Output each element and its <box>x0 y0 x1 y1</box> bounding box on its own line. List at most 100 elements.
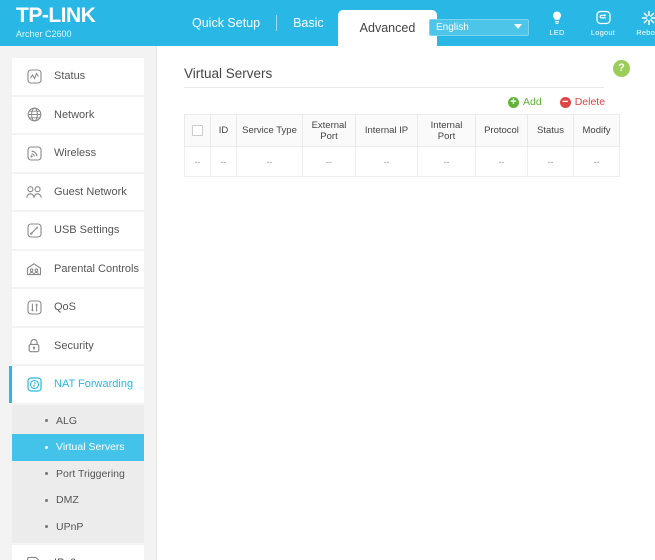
ipv6-icon <box>24 553 44 560</box>
bullet-icon <box>45 445 48 449</box>
col-modify: Modify <box>573 114 620 147</box>
virtual-servers-table: ID Service Type External Port Internal I… <box>184 114 620 177</box>
logout-label: Logout <box>590 28 616 37</box>
add-label: Add <box>523 96 542 108</box>
sidebar-label-status: Status <box>54 70 86 83</box>
bullet-icon <box>45 419 48 423</box>
sidebar-item-qos[interactable]: QoS <box>12 289 144 326</box>
sidebar-label-nat-forwarding: NAT Forwarding <box>54 378 134 391</box>
submenu-item-port-triggering[interactable]: Port Triggering <box>12 461 144 488</box>
header-icon-group: LED Logout Rebo <box>541 10 655 37</box>
submenu-item-upnp[interactable]: UPnP <box>12 514 144 541</box>
cell-external-port: -- <box>302 146 356 177</box>
select-all-header <box>184 114 211 147</box>
col-internal-ip: Internal IP <box>355 114 418 147</box>
brand-name: TP-LINK <box>16 4 96 27</box>
col-internal-port: Internal Port <box>417 114 476 147</box>
reboot-button[interactable]: Reboot <box>633 10 655 37</box>
logout-button[interactable]: Logout <box>587 10 619 37</box>
col-protocol: Protocol <box>475 114 528 147</box>
col-service-type: Service Type <box>236 114 303 147</box>
sidebar-item-guest-network[interactable]: Guest Network <box>12 173 144 210</box>
chevron-down-icon <box>514 24 522 29</box>
cell-modify: -- <box>573 146 620 177</box>
submenu-item-dmz[interactable]: DMZ <box>12 487 144 514</box>
nav-divider <box>276 15 278 31</box>
title-divider <box>184 87 604 88</box>
language-select[interactable]: English <box>429 19 529 36</box>
delete-button[interactable]: − Delete <box>559 96 606 108</box>
submenu-item-virtual-servers[interactable]: Virtual Servers <box>12 434 144 461</box>
tab-quick-setup[interactable]: Quick Setup <box>178 0 274 46</box>
cell-protocol: -- <box>475 146 528 177</box>
brand-logo: TP-LINK Archer C2600 <box>16 4 96 40</box>
col-external-port: External Port <box>302 114 356 147</box>
status-icon <box>24 66 44 86</box>
guest-network-icon <box>24 182 44 202</box>
cell-internal-port: -- <box>417 146 476 177</box>
submenu-label-port-triggering: Port Triggering <box>56 467 125 480</box>
main-nav-tabs: Quick Setup Basic Advanced <box>178 0 438 46</box>
parental-controls-icon <box>24 259 44 279</box>
tab-advanced[interactable]: Advanced <box>337 10 438 46</box>
sidebar-label-parental-controls: Parental Controls <box>54 262 139 275</box>
add-button[interactable]: + Add <box>508 96 542 108</box>
sidebar-label-usb-settings: USB Settings <box>54 224 120 237</box>
sidebar-item-nat-forwarding[interactable]: NAT Forwarding <box>9 366 144 403</box>
device-model: Archer C2600 <box>16 29 72 39</box>
main-content: Virtual Servers ? + Add − Delete ID Serv… <box>158 46 655 560</box>
tab-basic[interactable]: Basic <box>279 0 338 46</box>
usb-settings-icon <box>24 220 44 240</box>
submenu-label-dmz: DMZ <box>56 494 79 507</box>
cell-service-type: -- <box>236 146 303 177</box>
cell-status: -- <box>527 146 574 177</box>
submenu-label-upnp: UPnP <box>56 520 84 533</box>
reboot-label: Reboot <box>636 28 655 37</box>
nat-forwarding-submenu: ALG Virtual Servers Port Triggering DMZ … <box>12 404 144 543</box>
cell-select: -- <box>184 146 211 177</box>
sidebar-item-network[interactable]: Network <box>12 96 144 133</box>
sidebar-item-ipv6[interactable]: IPv6 <box>12 545 144 560</box>
submenu-item-alg[interactable]: ALG <box>12 408 144 435</box>
delete-label: Delete <box>574 96 606 108</box>
wireless-signal-icon <box>24 143 44 163</box>
reboot-icon <box>633 10 655 27</box>
bullet-icon <box>45 525 48 529</box>
sidebar-label-security: Security <box>54 339 94 352</box>
cell-internal-ip: -- <box>355 146 418 177</box>
nat-forwarding-icon <box>24 374 44 394</box>
sidebar-label-qos: QoS <box>54 301 77 314</box>
help-icon[interactable]: ? <box>613 60 630 77</box>
table-actions: + Add − Delete <box>508 96 605 108</box>
submenu-label-alg: ALG <box>56 414 78 427</box>
sidebar: Status Network Wireless Guest Network US… <box>0 46 157 560</box>
plus-icon: + <box>508 96 519 108</box>
col-id: ID <box>210 114 237 147</box>
bullet-icon <box>45 498 48 502</box>
qos-icon <box>24 297 44 317</box>
led-icon <box>541 10 573 27</box>
sidebar-item-parental-controls[interactable]: Parental Controls <box>12 250 144 287</box>
submenu-label-virtual-servers: Virtual Servers <box>56 441 125 454</box>
sidebar-item-security[interactable]: Security <box>12 327 144 364</box>
sidebar-label-guest-network: Guest Network <box>54 185 127 198</box>
sidebar-item-wireless[interactable]: Wireless <box>12 135 144 172</box>
led-button[interactable]: LED <box>541 10 573 37</box>
select-all-checkbox[interactable] <box>192 124 203 136</box>
logout-icon <box>587 10 619 27</box>
sidebar-item-status[interactable]: Status <box>12 58 144 95</box>
language-value: English <box>436 22 469 33</box>
col-status: Status <box>527 114 574 147</box>
app-header: TP-LINK Archer C2600 Quick Setup Basic A… <box>0 0 655 46</box>
table-header-row: ID Service Type External Port Internal I… <box>184 114 620 147</box>
minus-icon: − <box>559 96 571 108</box>
table-row[interactable]: -- -- -- -- -- -- -- -- -- <box>184 146 620 177</box>
sidebar-label-wireless: Wireless <box>54 147 97 160</box>
network-globe-icon <box>24 105 44 125</box>
cell-id: -- <box>210 146 237 177</box>
page-title: Virtual Servers <box>184 66 273 81</box>
security-lock-icon <box>24 336 44 356</box>
led-label: LED <box>549 28 565 37</box>
sidebar-item-usb-settings[interactable]: USB Settings <box>12 212 144 249</box>
sidebar-label-network: Network <box>54 108 95 121</box>
